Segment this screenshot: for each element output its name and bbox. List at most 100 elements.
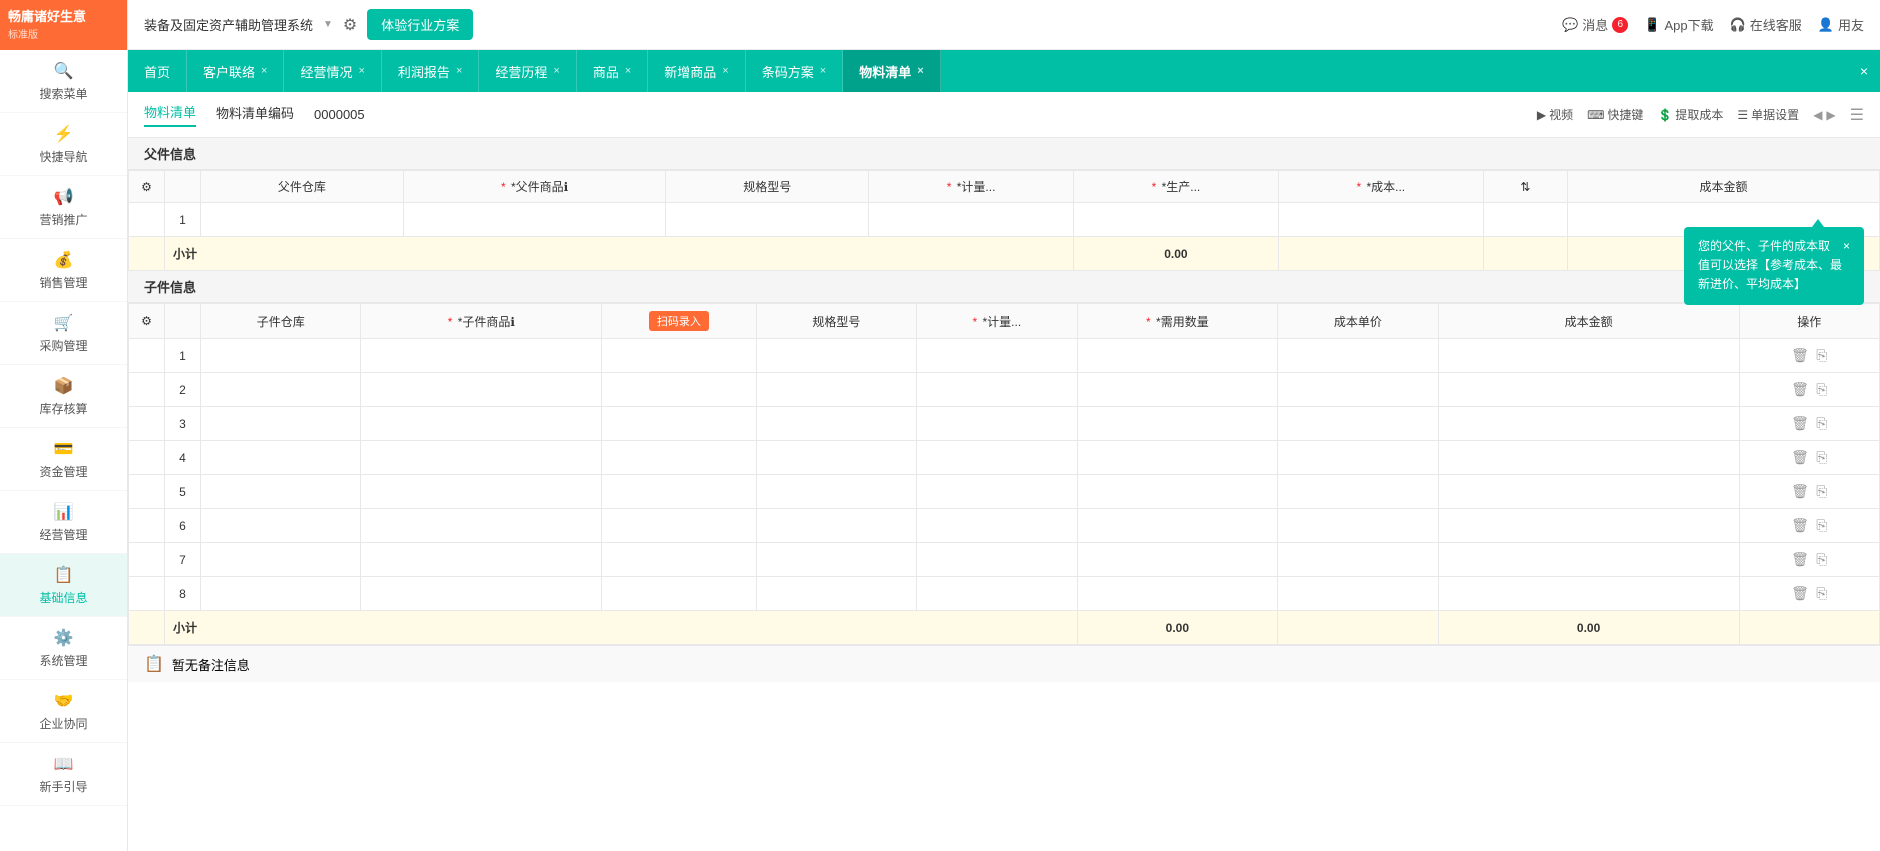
user-item[interactable]: 👤 用友: [1818, 15, 1864, 34]
sidebar-item-search[interactable]: 🔍 搜索菜单: [0, 50, 127, 113]
sidebar-item-basic-info[interactable]: 📋 基础信息: [0, 554, 127, 617]
child-row-settings[interactable]: [129, 509, 165, 543]
child-row-qty-unit[interactable]: [917, 543, 1077, 577]
child-row-spec[interactable]: [756, 543, 916, 577]
child-row-warehouse[interactable]: [201, 441, 361, 475]
child-row-unit-cost[interactable]: [1278, 475, 1438, 509]
parent-col-settings[interactable]: ⚙: [129, 171, 165, 203]
child-row-scan[interactable]: [602, 441, 756, 475]
tab-close-profit[interactable]: ×: [456, 65, 462, 77]
sidebar-item-system[interactable]: ⚙️ 系统管理: [0, 617, 127, 680]
child-row-unit-cost[interactable]: [1278, 407, 1438, 441]
child-row-scan[interactable]: [602, 475, 756, 509]
parent-row-production[interactable]: [1074, 203, 1279, 237]
parent-row-sort[interactable]: [1483, 203, 1567, 237]
child-row-needed-qty[interactable]: [1077, 373, 1278, 407]
delete-icon[interactable]: 🗑: [1791, 483, 1809, 499]
tab-close-new-product[interactable]: ×: [722, 65, 728, 77]
app-download-item[interactable]: 📱 App下载: [1644, 15, 1713, 34]
tab-close-barcode[interactable]: ×: [820, 65, 826, 77]
system-dropdown-icon[interactable]: ▼: [323, 19, 333, 30]
parent-row-cost[interactable]: [1278, 203, 1483, 237]
child-row-needed-qty[interactable]: [1077, 509, 1278, 543]
child-row-product[interactable]: [361, 543, 602, 577]
child-row-product[interactable]: [361, 475, 602, 509]
child-row-warehouse[interactable]: [201, 475, 361, 509]
tooltip-close-button[interactable]: ×: [1843, 237, 1850, 256]
tab-close-history[interactable]: ×: [553, 65, 559, 77]
child-row-scan[interactable]: [602, 407, 756, 441]
sub-tab-bom-code[interactable]: 物料清单编码: [216, 103, 294, 126]
child-row-scan[interactable]: [602, 543, 756, 577]
sidebar-item-enterprise[interactable]: 🤝 企业协同: [0, 680, 127, 743]
child-row-scan[interactable]: [602, 339, 756, 373]
sidebar-item-marketing[interactable]: 📢 营销推广: [0, 176, 127, 239]
tab-close-bom[interactable]: ×: [917, 65, 923, 77]
child-row-spec[interactable]: [756, 475, 916, 509]
child-row-warehouse[interactable]: [201, 373, 361, 407]
delete-icon[interactable]: 🗑: [1791, 347, 1809, 363]
shortcut-button[interactable]: ⌨ 快捷键: [1587, 106, 1643, 123]
child-col-settings[interactable]: ⚙: [129, 304, 165, 339]
copy-icon[interactable]: ⎘: [1816, 415, 1827, 431]
tab-home[interactable]: 首页: [128, 50, 187, 92]
child-row-qty-unit[interactable]: [917, 407, 1077, 441]
child-row-product[interactable]: [361, 339, 602, 373]
parent-row-spec[interactable]: [666, 203, 869, 237]
child-row-unit-cost[interactable]: [1278, 543, 1438, 577]
tab-close-product[interactable]: ×: [625, 65, 631, 77]
parent-row-warehouse[interactable]: [201, 203, 404, 237]
child-row-settings[interactable]: [129, 441, 165, 475]
child-row-spec[interactable]: [756, 441, 916, 475]
sidebar-item-finance[interactable]: 💳 资金管理: [0, 428, 127, 491]
child-row-settings[interactable]: [129, 543, 165, 577]
tab-history[interactable]: 经营历程 ×: [479, 50, 576, 92]
child-row-unit-cost[interactable]: [1278, 577, 1438, 611]
child-row-product[interactable]: [361, 509, 602, 543]
child-row-warehouse[interactable]: [201, 509, 361, 543]
copy-icon[interactable]: ⎘: [1816, 585, 1827, 601]
child-row-spec[interactable]: [756, 407, 916, 441]
child-row-unit-cost[interactable]: [1278, 339, 1438, 373]
child-row-qty-unit[interactable]: [917, 441, 1077, 475]
child-row-product[interactable]: [361, 577, 602, 611]
child-row-warehouse[interactable]: [201, 407, 361, 441]
prev-page-icon[interactable]: ◀: [1813, 108, 1822, 122]
child-row-spec[interactable]: [756, 373, 916, 407]
tab-product[interactable]: 商品 ×: [577, 50, 648, 92]
tab-close-customer[interactable]: ×: [261, 65, 267, 77]
child-row-warehouse[interactable]: [201, 339, 361, 373]
extract-cost-button[interactable]: 💲 提取成本: [1657, 106, 1723, 123]
child-row-settings[interactable]: [129, 339, 165, 373]
sidebar-item-purchase[interactable]: 🛒 采购管理: [0, 302, 127, 365]
copy-icon[interactable]: ⎘: [1816, 449, 1827, 465]
copy-icon[interactable]: ⎘: [1816, 551, 1827, 567]
child-row-qty-unit[interactable]: [917, 339, 1077, 373]
scan-input-button[interactable]: 扫码录入: [649, 311, 709, 331]
copy-icon[interactable]: ⎘: [1816, 347, 1827, 363]
child-row-needed-qty[interactable]: [1077, 577, 1278, 611]
child-col-scan[interactable]: 扫码录入: [602, 304, 756, 339]
delete-icon[interactable]: 🗑: [1791, 551, 1809, 567]
sidebar-item-sales[interactable]: 💰 销售管理: [0, 239, 127, 302]
tab-new-product[interactable]: 新增商品 ×: [648, 50, 745, 92]
copy-icon[interactable]: ⎘: [1816, 483, 1827, 499]
tab-close-operations[interactable]: ×: [358, 65, 364, 77]
tab-customer[interactable]: 客户联络 ×: [187, 50, 284, 92]
child-row-needed-qty[interactable]: [1077, 475, 1278, 509]
copy-icon[interactable]: ⎘: [1816, 381, 1827, 397]
video-button[interactable]: ▶ 视频: [1537, 106, 1573, 123]
parent-row-settings[interactable]: [129, 203, 165, 237]
view-toggle-icon[interactable]: ☰: [1850, 105, 1864, 125]
child-row-unit-cost[interactable]: [1278, 441, 1438, 475]
delete-icon[interactable]: 🗑: [1791, 381, 1809, 397]
child-row-spec[interactable]: [756, 339, 916, 373]
child-row-scan[interactable]: [602, 577, 756, 611]
trial-button[interactable]: 体验行业方案: [367, 9, 473, 40]
message-item[interactable]: 💬 消息 6: [1562, 15, 1628, 34]
child-row-settings[interactable]: [129, 373, 165, 407]
child-row-unit-cost[interactable]: [1278, 373, 1438, 407]
child-row-qty-unit[interactable]: [917, 475, 1077, 509]
child-row-product[interactable]: [361, 407, 602, 441]
delete-icon[interactable]: 🗑: [1791, 585, 1809, 601]
